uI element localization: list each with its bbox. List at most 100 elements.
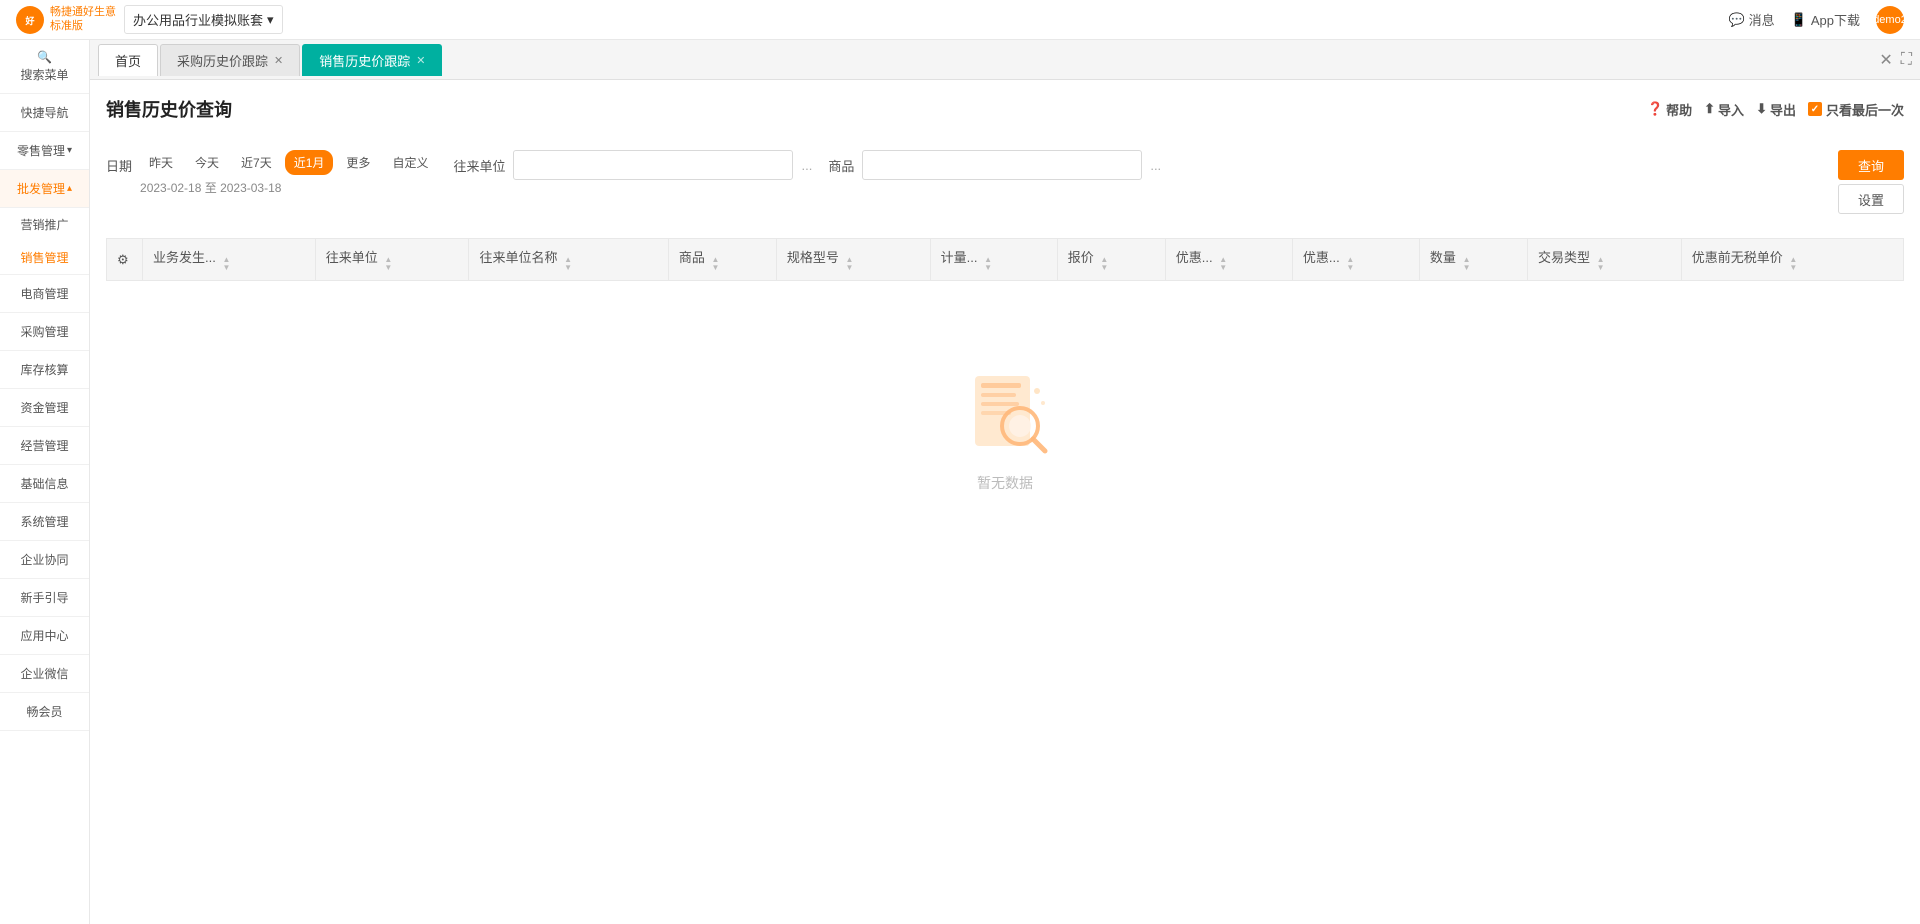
main-layout: 🔍 搜索菜单 快捷导航 零售管理 ▾ 批发管理 ▴ 营销推广 销售管理 电商管理… [0,40,1920,924]
sidebar-item-quick-nav[interactable]: 快捷导航 [0,94,89,132]
table-header: ⚙ 业务发生... ▲▼ 往来单位 ▲▼ 往来单位名称 ▲▼ [107,239,1904,281]
sort-arrows-spec: ▲▼ [846,256,854,272]
sidebar-item-sales-mgmt[interactable]: 销售管理 [0,241,89,274]
page-title-bar: 销售历史价查询 ❓ 帮助 ⬆ 导入 ⬇ 导出 ✓ [106,96,1904,122]
app-selector-label: 办公用品行业模拟账套 [133,10,263,29]
help-button[interactable]: ❓ 帮助 [1647,100,1692,119]
import-label: 导入 [1718,100,1744,119]
col-partner-code[interactable]: 往来单位 ▲▼ [315,239,469,281]
col-product[interactable]: 商品 ▲▼ [668,239,776,281]
export-label: 导出 [1770,100,1796,119]
col-trade-type[interactable]: 交易类型 ▲▼ [1528,239,1682,281]
tab-fullscreen[interactable]: ⛶ [1901,51,1912,69]
sort-arrows-discount1: ▲▼ [1219,256,1227,272]
date-btn-custom[interactable]: 自定义 [383,150,437,175]
sort-arrows-biz-date: ▲▼ [222,256,230,272]
sort-arrows-quote: ▲▼ [1100,256,1108,272]
tab-home[interactable]: 首页 [98,44,158,76]
date-filter-group: 日期 昨天 今天 近7天 近1月 更多 自定义 2023-02-18 至 202… [106,150,437,196]
product-dots[interactable]: ... [1150,158,1161,173]
col-spec[interactable]: 规格型号 ▲▼ [776,239,930,281]
col-unit[interactable]: 计量... ▲▼ [930,239,1057,281]
sidebar-item-wholesale-mgmt[interactable]: 批发管理 ▴ [0,170,89,208]
sidebar-item-search-menu[interactable]: 🔍 搜索菜单 [0,40,89,94]
only-last-checkbox[interactable]: ✓ 只看最后一次 [1808,100,1904,119]
empty-icon [955,361,1055,461]
tab-sales-history[interactable]: 销售历史价跟踪 ✕ [302,44,442,76]
sort-arrows-pre-tax-price: ▲▼ [1789,256,1797,272]
sort-arrows-trade-type: ▲▼ [1597,256,1605,272]
logo-area: 好 畅捷通好生意 标准版 [16,6,116,34]
sidebar-item-marketing[interactable]: 营销推广 [0,208,89,241]
message-action[interactable]: 💬 消息 [1728,10,1774,29]
sidebar-item-beginner-guide[interactable]: 新手引导 [0,579,89,617]
col-biz-date[interactable]: 业务发生... ▲▼ [143,239,316,281]
svg-text:好: 好 [24,15,34,26]
sidebar-item-enterprise-collab[interactable]: 企业协同 [0,541,89,579]
date-btn-yesterday[interactable]: 昨天 [140,150,182,175]
col-partner-name[interactable]: 往来单位名称 ▲▼ [469,239,668,281]
page-title: 销售历史价查询 [106,96,232,122]
only-last-label: 只看最后一次 [1826,100,1904,119]
tab-purchase-history[interactable]: 采购历史价跟踪 ✕ [160,44,300,76]
sidebar-item-ecommerce-mgmt[interactable]: 电商管理 [0,275,89,313]
content-area: 首页 采购历史价跟踪 ✕ 销售历史价跟踪 ✕ ✕ ⛶ 销售历史价查询 [90,40,1920,924]
date-btn-1month[interactable]: 近1月 [285,150,334,175]
product-input[interactable] [862,150,1142,180]
col-discount2[interactable]: 优惠... ▲▼ [1292,239,1419,281]
sidebar-item-retail-mgmt[interactable]: 零售管理 ▾ [0,132,89,170]
col-settings[interactable]: ⚙ [107,239,143,281]
sidebar-item-basic-info[interactable]: 基础信息 [0,465,89,503]
sidebar-sub-marketing: 营销推广 销售管理 [0,208,89,275]
tab-sales-label: 销售历史价跟踪 [319,51,410,70]
filter-bar: 日期 昨天 今天 近7天 近1月 更多 自定义 2023-02-18 至 202… [106,138,1904,226]
col-quote[interactable]: 报价 ▲▼ [1057,239,1165,281]
app-download-action[interactable]: 📱 App下载 [1791,10,1860,29]
partner-input[interactable] [513,150,793,180]
sidebar-item-member-club[interactable]: 畅会员 [0,693,89,731]
tab-close-all[interactable]: ✕ [1879,50,1892,70]
col-discount1[interactable]: 优惠... ▲▼ [1165,239,1292,281]
product-filter-label: 商品 [828,150,854,175]
sidebar: 🔍 搜索菜单 快捷导航 零售管理 ▾ 批发管理 ▴ 营销推广 销售管理 电商管理… [0,40,90,924]
date-btn-more[interactable]: 更多 [337,150,379,175]
help-icon: ❓ [1647,101,1663,117]
export-button[interactable]: ⬇ 导出 [1756,100,1796,119]
partner-dots[interactable]: ... [801,158,812,173]
sidebar-item-purchase-mgmt[interactable]: 采购管理 [0,313,89,351]
query-button[interactable]: 查询 [1838,150,1904,180]
product-filter-group: 商品 ... [828,150,1161,180]
date-filter-label: 日期 [106,150,132,175]
tab-purchase-close[interactable]: ✕ [274,54,283,67]
user-profile[interactable]: demo2 [1876,6,1904,34]
import-button[interactable]: ⬆ 导入 [1704,100,1744,119]
username: demo2 [1873,14,1907,26]
sidebar-item-inventory-calc[interactable]: 库存核算 [0,351,89,389]
empty-text: 暂无数据 [977,473,1033,493]
date-btn-today[interactable]: 今天 [186,150,228,175]
export-icon: ⬇ [1756,101,1767,117]
help-label: 帮助 [1666,100,1692,119]
chevron-down-icon: ▾ [267,12,274,28]
col-qty[interactable]: 数量 ▲▼ [1419,239,1527,281]
tab-sales-close[interactable]: ✕ [416,54,425,67]
sort-arrows-unit: ▲▼ [984,256,992,272]
sidebar-item-finance-mgmt[interactable]: 资金管理 [0,389,89,427]
query-buttons: 查询 设置 [1838,150,1904,214]
partner-input-group: ... [513,150,812,180]
sidebar-item-enterprise-wechat[interactable]: 企业微信 [0,655,89,693]
app-download-label: App下载 [1811,10,1860,29]
app-selector[interactable]: 办公用品行业模拟账套 ▾ [124,5,283,34]
sidebar-item-app-center[interactable]: 应用中心 [0,617,89,655]
message-label: 消息 [1749,10,1775,29]
chevron-up-icon: ▴ [67,183,72,194]
sidebar-item-operations-mgmt[interactable]: 经营管理 [0,427,89,465]
search-icon: 🔍 [37,50,52,64]
page-content: 销售历史价查询 ❓ 帮助 ⬆ 导入 ⬇ 导出 ✓ [90,80,1920,924]
tab-purchase-label: 采购历史价跟踪 [177,51,268,70]
header-right: 💬 消息 📱 App下载 demo2 [1728,6,1904,34]
sidebar-item-system-settings[interactable]: 系统管理 [0,503,89,541]
date-btn-7days[interactable]: 近7天 [232,150,281,175]
filter-settings-button[interactable]: 设置 [1838,184,1904,214]
col-pre-tax-price[interactable]: 优惠前无税单价 ▲▼ [1681,239,1903,281]
